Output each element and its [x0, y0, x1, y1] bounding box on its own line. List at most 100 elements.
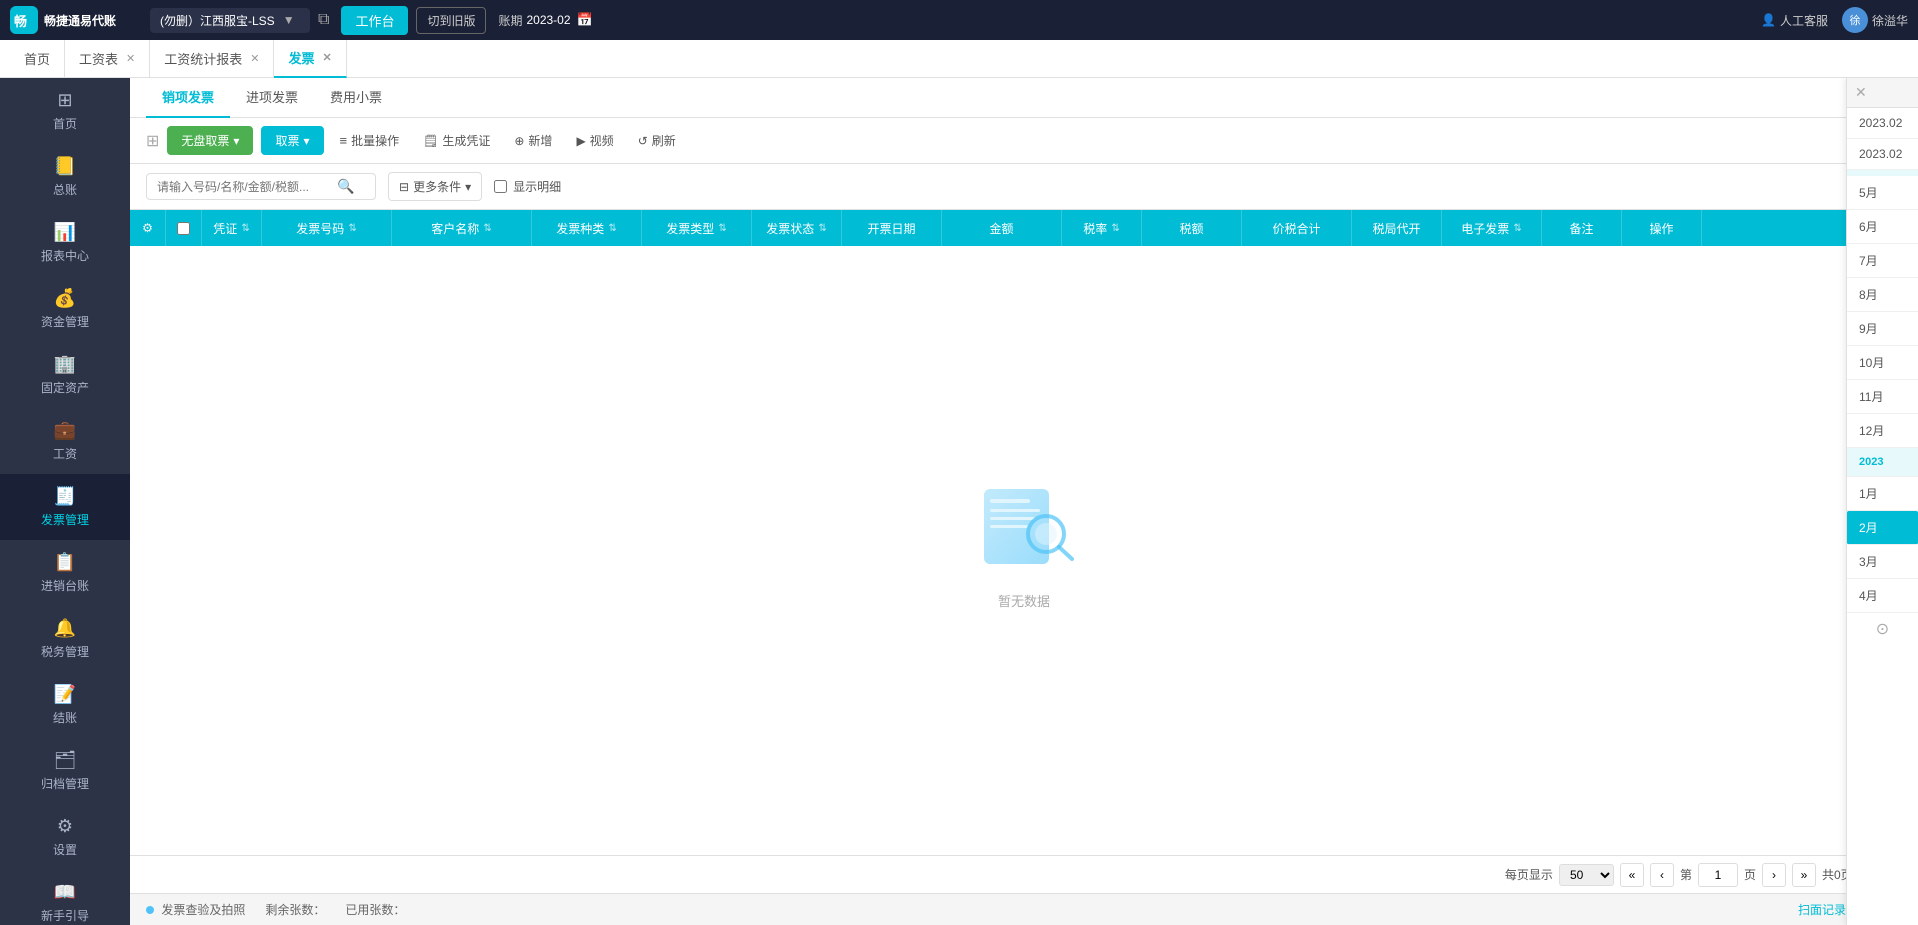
sidebar-item-settings[interactable]: ⚙ 设置: [0, 804, 130, 870]
get-ticket-button[interactable]: 取票 ▾: [261, 126, 323, 155]
date-item-m12[interactable]: 12月: [1847, 414, 1918, 448]
refresh-button[interactable]: ↺ 刷新: [630, 127, 684, 154]
copy-icon[interactable]: ⧉: [318, 11, 329, 29]
th-inv-type[interactable]: 发票种类 ⇅: [532, 210, 642, 246]
th-inv-no[interactable]: 发票号码 ⇅: [262, 210, 392, 246]
th-customer[interactable]: 客户名称 ⇅: [392, 210, 532, 246]
horizontal-scrollbar[interactable]: [130, 843, 1918, 855]
batch-ops-button[interactable]: ≡ 批量操作: [332, 127, 408, 154]
workspace-button[interactable]: 工作台: [341, 6, 408, 35]
date-item-m10[interactable]: 10月: [1847, 346, 1918, 380]
date-item-2023-m3[interactable]: 3月: [1847, 545, 1918, 579]
sidebar-item-settle[interactable]: 📝 结账: [0, 672, 130, 738]
user-info[interactable]: 徐 徐溢华: [1842, 7, 1908, 33]
th-cert[interactable]: 凭证 ⇅: [202, 210, 262, 246]
sidebar-item-asset[interactable]: 🏢 固定资产: [0, 342, 130, 408]
show-detail-checkbox-wrap[interactable]: 显示明细: [494, 178, 561, 195]
pagination: 每页显示 50 100 200 « ‹ 第 1 页 › » 共0页, 0条记录: [1505, 863, 1902, 887]
old-version-button[interactable]: 切到旧版: [416, 7, 486, 34]
date-panel-header: ✕: [1847, 78, 1918, 108]
more-filter-button[interactable]: ⊟ 更多条件 ▾: [388, 172, 482, 201]
th-amount[interactable]: 金额: [942, 210, 1062, 246]
date-item-m7[interactable]: 7月: [1847, 244, 1918, 278]
tab-invoice-close[interactable]: ✕: [323, 51, 332, 64]
sidebar-label-archive: 归档管理: [41, 775, 89, 792]
batch-ops-icon: ≡: [340, 133, 348, 148]
used-label: 已用张数：: [345, 903, 405, 917]
th-total[interactable]: 价税合计: [1242, 210, 1352, 246]
tab-home[interactable]: 首页: [10, 40, 65, 78]
home-icon: ⊞: [57, 90, 72, 111]
first-page-button[interactable]: «: [1620, 863, 1644, 887]
date-item-current1[interactable]: 2023.02: [1847, 108, 1918, 139]
date-item-m5[interactable]: 5月: [1847, 176, 1918, 210]
th-tax-rate[interactable]: 税率 ⇅: [1062, 210, 1142, 246]
video-button[interactable]: ▶ 视频: [568, 127, 621, 154]
th-remark[interactable]: 备注: [1542, 210, 1622, 246]
date-item-m11[interactable]: 11月: [1847, 380, 1918, 414]
th-date[interactable]: 开票日期: [842, 210, 942, 246]
content-area: 销项发票 进项发票 费用小票 ⊞ 无盘取票 ▾ 取票: [130, 78, 1918, 925]
gen-voucher-button[interactable]: 🗒 生成凭证: [415, 127, 498, 154]
date-item-current2[interactable]: 2023.02: [1847, 139, 1918, 170]
show-detail-label: 显示明细: [513, 178, 561, 195]
company-selector[interactable]: (勿删）江西服宝-LSS ▼: [150, 8, 310, 33]
th-check[interactable]: [166, 210, 202, 246]
per-page-label: 每页显示: [1505, 866, 1553, 883]
tab-payroll-stat[interactable]: 工资统计报表 ✕: [150, 40, 274, 78]
sub-tab-expense[interactable]: 费用小票: [314, 78, 398, 118]
page-input[interactable]: 1: [1698, 863, 1738, 887]
scan-records-link[interactable]: 扫面记录: [1798, 901, 1846, 918]
new-button[interactable]: ⊕ 新增: [506, 127, 560, 154]
date-panel-close-icon[interactable]: ✕: [1855, 84, 1867, 101]
tab-payroll[interactable]: 工资表 ✕: [65, 40, 150, 78]
date-item-2023-m4[interactable]: 4月: [1847, 579, 1918, 613]
tab-payroll-close[interactable]: ✕: [126, 52, 135, 65]
search-input[interactable]: [157, 180, 337, 194]
fund-icon: 💰: [54, 288, 76, 309]
no-tax-button[interactable]: 无盘取票 ▾: [167, 126, 253, 155]
sidebar-label-report: 报表中心: [41, 247, 89, 264]
sidebar-item-tax[interactable]: 🔔 税务管理: [0, 606, 130, 672]
date-item-m6[interactable]: 6月: [1847, 210, 1918, 244]
period-edit-icon[interactable]: 📅: [577, 12, 593, 28]
sidebar-item-ledger[interactable]: 📒 总账: [0, 144, 130, 210]
date-item-2023-m2[interactable]: 2月: [1847, 511, 1918, 545]
sub-tab-purchase[interactable]: 进项发票: [230, 78, 314, 118]
toolbar: ⊞ 无盘取票 ▾ 取票 ▾ ≡ 批量操作 🗒 生成凭证: [130, 118, 1918, 164]
th-settings[interactable]: ⚙: [130, 210, 166, 246]
tab-invoice[interactable]: 发票 ✕: [274, 40, 346, 78]
select-all-checkbox[interactable]: [177, 222, 190, 235]
view-grid-icon[interactable]: ⊞: [146, 131, 159, 151]
filter-icon: ⊟: [399, 180, 409, 194]
date-item-m9[interactable]: 9月: [1847, 312, 1918, 346]
settings-icon: ⚙: [57, 816, 73, 837]
settle-icon: 📝: [54, 684, 76, 705]
sidebar-item-payroll[interactable]: 💼 工资: [0, 408, 130, 474]
th-elec[interactable]: 电子发票 ⇅: [1442, 210, 1542, 246]
sidebar-item-report[interactable]: 📊 报表中心: [0, 210, 130, 276]
per-page-select[interactable]: 50 100 200: [1559, 864, 1614, 886]
th-tax[interactable]: 税额: [1142, 210, 1242, 246]
th-inv-status[interactable]: 发票状态 ⇅: [752, 210, 842, 246]
tab-payroll-stat-close[interactable]: ✕: [250, 52, 259, 65]
last-page-button[interactable]: »: [1792, 863, 1816, 887]
sidebar-item-archive[interactable]: 🗂 归档管理: [0, 738, 130, 804]
next-page-button[interactable]: ›: [1762, 863, 1786, 887]
sidebar-item-invoice[interactable]: 🧾 发票管理: [0, 474, 130, 540]
show-detail-checkbox[interactable]: [494, 180, 507, 193]
sidebar-item-guide[interactable]: 📖 新手引导: [0, 870, 130, 925]
sub-tab-sales[interactable]: 销项发票: [146, 78, 230, 118]
th-tax-code[interactable]: 税局代开: [1352, 210, 1442, 246]
date-item-m8[interactable]: 8月: [1847, 278, 1918, 312]
sidebar-item-fund[interactable]: 💰 资金管理: [0, 276, 130, 342]
filter-dropdown-icon: ▾: [465, 180, 471, 194]
date-item-2023-m1[interactable]: 1月: [1847, 477, 1918, 511]
prev-page-button[interactable]: ‹: [1650, 863, 1674, 887]
th-inv-cat[interactable]: 发票类型 ⇅: [642, 210, 752, 246]
sidebar-item-sales[interactable]: 📋 进销台账: [0, 540, 130, 606]
empty-text: 暂无数据: [998, 591, 1050, 610]
sidebar-item-home[interactable]: ⊞ 首页: [0, 78, 130, 144]
ai-service[interactable]: 👤 人工客服: [1761, 12, 1828, 29]
sidebar-label-invoice: 发票管理: [41, 511, 89, 528]
